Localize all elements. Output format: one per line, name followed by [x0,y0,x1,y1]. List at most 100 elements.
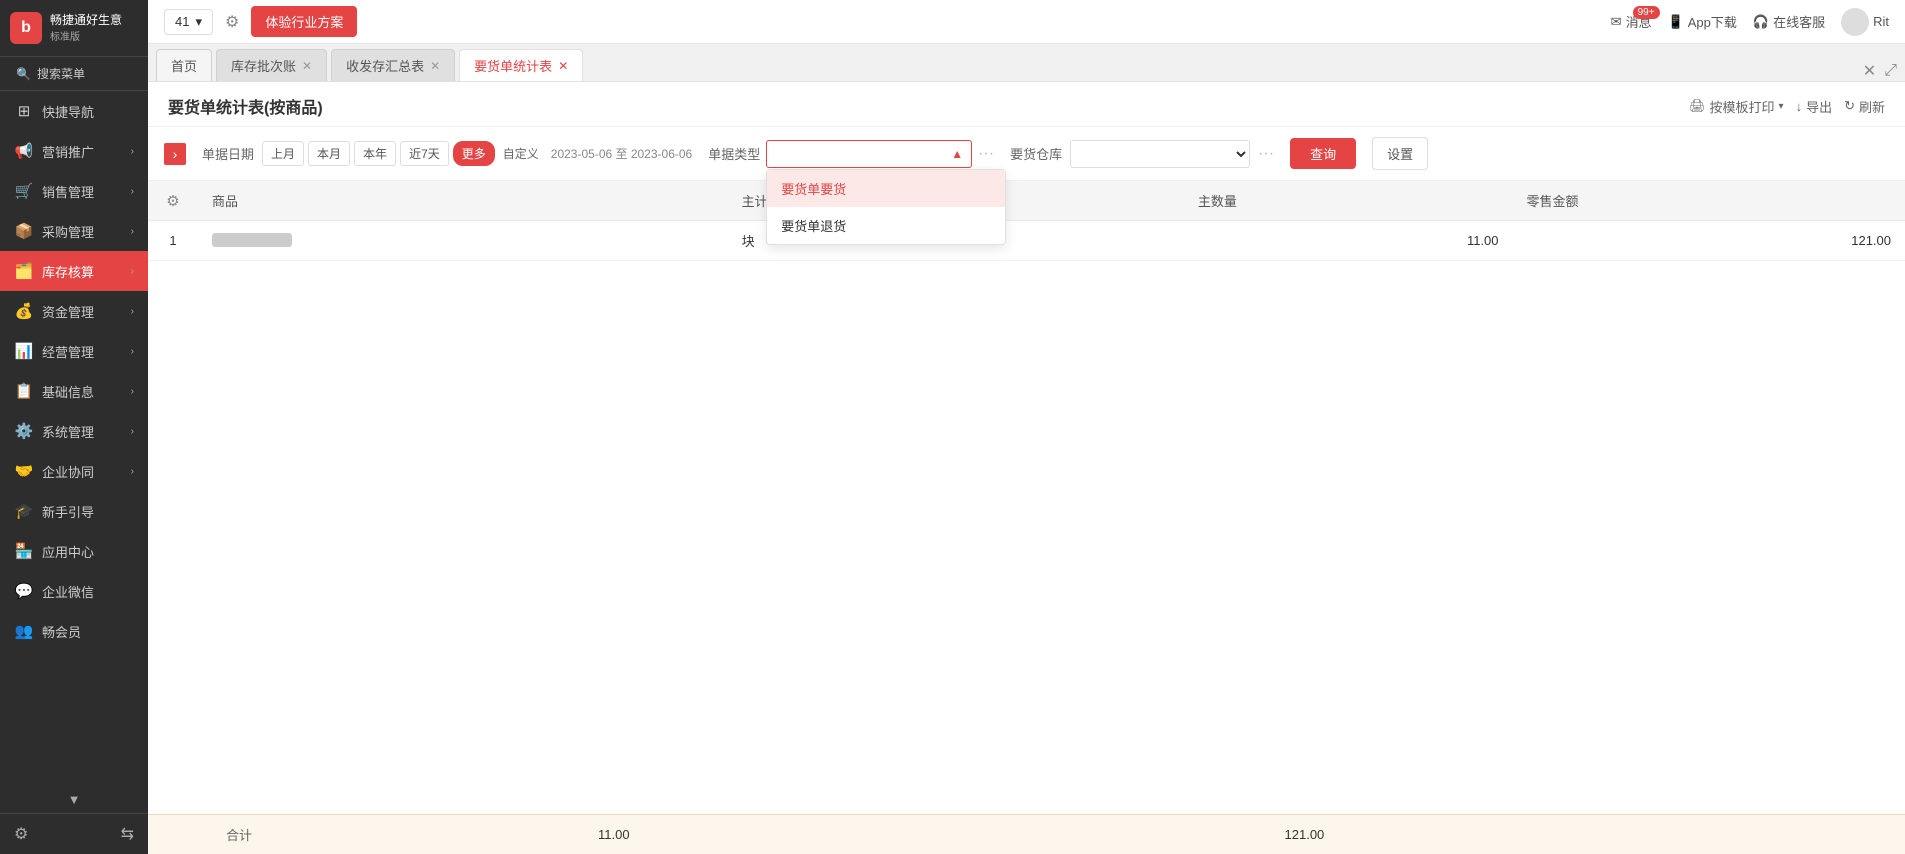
settings-icon[interactable]: ⚙ [14,824,28,844]
message-icon: ✉ [1611,14,1622,30]
chevron-right-icon: › [131,386,134,397]
sidebar-item-basics[interactable]: 📋 基础信息 › [0,371,148,411]
app-download-btn[interactable]: 📱 App下载 [1668,12,1737,31]
sidebar-item-finance[interactable]: 💰 资金管理 › [0,291,148,331]
collapse-icon[interactable]: ⇆ [121,824,134,844]
quicknav-icon: ⊞ [14,101,34,121]
chevron-right-icon: › [131,466,134,477]
dropdown-item-yaohuo-order[interactable]: 要货单要货 [767,170,1005,207]
warehouse-filter-group: 要货仓库 ··· [1010,140,1274,168]
date-last7days-btn[interactable]: 近7天 [400,141,449,166]
table-wrapper: ⚙ 商品 主计量单位 主数量 零售金额 [148,181,1905,261]
sidebar-item-wechat[interactable]: 💬 企业微信 [0,571,148,611]
table-header-row: ⚙ 商品 主计量单位 主数量 零售金额 [148,181,1905,221]
sidebar-item-member[interactable]: 👥 畅会员 [0,611,148,651]
finance-icon: 💰 [14,301,34,321]
data-table: ⚙ 商品 主计量单位 主数量 零售金额 [148,181,1905,261]
sidebar-item-system[interactable]: ⚙️ 系统管理 › [0,411,148,451]
app-logo-text: 畅捷通好生意 标准版 [50,13,122,44]
company-selector[interactable]: 41 ▾ [164,9,213,35]
chevron-right-icon: › [131,426,134,437]
col-gear: ⚙ [148,181,198,221]
content-area: 要货单统计表(按商品) 🖨 按模板打印 ▾ ↓ 导出 ↻ 刷新 › [148,82,1905,854]
sidebar-search[interactable]: 🔍 搜索菜单 [0,57,148,91]
main-area: 41 ▾ ⚙ 体验行业方案 ✉ 消息 99+ 📱 App下载 🎧 在线客服 R [148,0,1905,854]
tab-order-stats[interactable]: 要货单统计表 ✕ [459,49,583,81]
tab-close-inventory-batch[interactable]: ✕ [302,59,312,73]
guide-icon: 🎓 [14,501,34,521]
warehouse-select[interactable] [1070,140,1250,168]
tab-home[interactable]: 首页 [156,49,212,81]
member-icon: 👥 [14,621,34,641]
sidebar-logo: b 畅捷通好生意 标准版 [0,0,148,57]
chevron-right-icon: › [131,186,134,197]
page-actions: 🖨 按模板打印 ▾ ↓ 导出 ↻ 刷新 [1689,97,1885,116]
sidebar-item-guide[interactable]: 🎓 新手引导 [0,491,148,531]
app-logo-icon: b [10,12,42,44]
type-select-input[interactable] [775,146,951,161]
chevron-down-icon: ▾ [195,14,202,30]
purchase-icon: 📦 [14,221,34,241]
sidebar-item-purchase[interactable]: 📦 采购管理 › [0,211,148,251]
sidebar-item-marketing[interactable]: 📢 营销推广 › [0,131,148,171]
tab-close-receive-summary[interactable]: ✕ [430,59,440,73]
filter-more-icon[interactable]: ··· [978,145,994,163]
select-arrow-up-icon[interactable]: ▲ [951,147,963,161]
filter-expand-btn[interactable]: › [164,143,186,165]
type-select[interactable]: ▲ 要货单要货 要货单退货 [766,140,972,168]
close-all-tabs-icon[interactable]: ✕ [1863,61,1876,81]
query-btn[interactable]: 查询 [1290,138,1356,169]
chevron-right-icon: › [131,346,134,357]
table-footer: 合计 11.00 121.00 [148,814,1905,854]
print-icon: 🖨 [1689,98,1706,114]
dropdown-item-yaohuo-return[interactable]: 要货单退货 [767,207,1005,244]
type-filter-group: 单据类型 ▲ 要货单要货 要货单退货 ··· [708,140,994,168]
warehouse-more-icon[interactable]: ··· [1258,145,1274,163]
sidebar-item-enterprise[interactable]: 🤝 企业协同 › [0,451,148,491]
topbar-gear-icon[interactable]: ⚙ [225,12,239,32]
enterprise-icon: 🤝 [14,461,34,481]
chevron-right-icon: › [131,306,134,317]
sidebar-item-quicknav[interactable]: ⊞ 快捷导航 [0,91,148,131]
user-avatar[interactable]: Rit [1841,8,1889,36]
refresh-btn[interactable]: ↻ 刷新 [1844,97,1885,116]
sidebar-item-appcenter[interactable]: 🏪 应用中心 [0,531,148,571]
basics-icon: 📋 [14,381,34,401]
tab-receive-summary[interactable]: 收发存汇总表 ✕ [331,49,455,81]
col-amount: 零售金额 [1513,181,1905,221]
print-btn[interactable]: 🖨 按模板打印 ▾ [1689,97,1784,116]
date-this-year-btn[interactable]: 本年 [354,141,396,166]
sidebar-item-inventory[interactable]: 🗂️ 库存核算 › [0,251,148,291]
message-btn[interactable]: ✉ 消息 99+ [1611,12,1652,31]
page-header: 要货单统计表(按商品) 🖨 按模板打印 ▾ ↓ 导出 ↻ 刷新 [148,82,1905,127]
sidebar-scroll-down[interactable]: ▼ [0,786,148,813]
col-qty: 主数量 [1184,181,1513,221]
sidebar-item-sales[interactable]: 🛒 销售管理 › [0,171,148,211]
row-product [198,221,728,261]
footer-total-label: 合计 [212,825,252,844]
date-last-month-btn[interactable]: 上月 [262,141,304,166]
tab-close-order-stats[interactable]: ✕ [558,59,568,73]
sidebar-item-operation[interactable]: 📊 经营管理 › [0,331,148,371]
date-filter-group: 单据日期 上月 本月 本年 近7天 更多 自定义 2023-05-06 至 20… [202,141,692,166]
footer-qty: 11.00 [268,827,1205,842]
date-more-btn[interactable]: 更多 [453,141,495,166]
system-icon: ⚙️ [14,421,34,441]
operation-icon: 📊 [14,341,34,361]
gear-icon[interactable]: ⚙ [166,193,179,210]
chevron-right-icon: › [131,226,134,237]
tab-inventory-batch[interactable]: 库存批次账 ✕ [216,49,327,81]
chevron-down-icon: ▼ [68,792,81,807]
date-this-month-btn[interactable]: 本月 [308,141,350,166]
headset-icon: 🎧 [1753,14,1769,30]
expand-tabs-icon[interactable]: ⤢ [1884,62,1897,80]
date-custom-btn[interactable]: 自定义 [503,145,539,162]
tabbar: 首页 库存批次账 ✕ 收发存汇总表 ✕ 要货单统计表 ✕ ✕ ⤢ [148,44,1905,82]
customer-service-btn[interactable]: 🎧 在线客服 [1753,12,1825,31]
tabbar-actions: ✕ ⤢ [1863,61,1897,81]
industry-btn[interactable]: 体验行业方案 [251,6,357,37]
row-amount: 121.00 [1513,221,1905,261]
settings-btn[interactable]: 设置 [1372,137,1428,170]
export-btn[interactable]: ↓ 导出 [1796,97,1833,116]
topbar-left: 41 ▾ ⚙ 体验行业方案 [164,6,357,37]
